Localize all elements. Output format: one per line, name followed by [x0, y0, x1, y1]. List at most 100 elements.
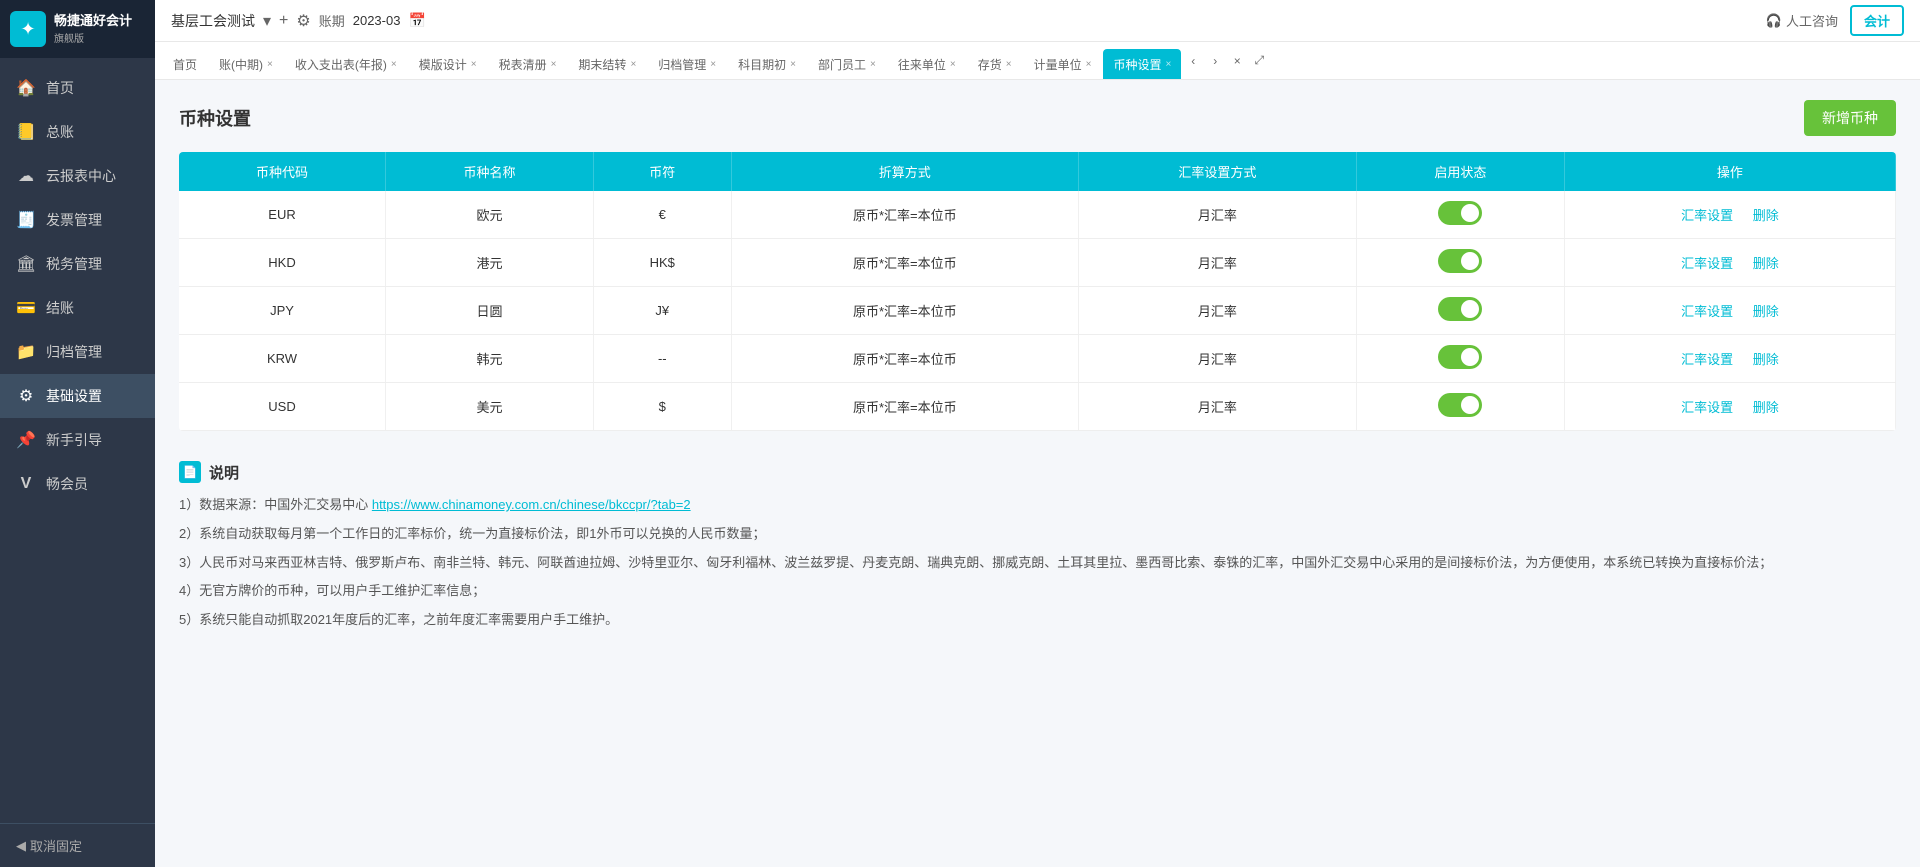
page-title-row: 币种设置 新增币种: [179, 100, 1896, 136]
cell-actions: 汇率设置 删除: [1564, 191, 1895, 239]
tab-close-icon[interactable]: ×: [630, 59, 636, 70]
table-row: USD 美元 $ 原币*汇率=本位币 月汇率 汇率设置 删除: [179, 383, 1896, 431]
toggle-knob: [1461, 252, 1479, 270]
cell-symbol: €: [593, 191, 731, 239]
tab-close-icon[interactable]: ×: [790, 59, 796, 70]
sidebar-pin-toggle[interactable]: ◀ 取消固定: [0, 823, 155, 867]
status-toggle[interactable]: [1438, 297, 1482, 321]
cell-rate-type: 月汇率: [1078, 191, 1356, 239]
tab-close-icon[interactable]: ×: [471, 59, 477, 70]
rate-settings-btn[interactable]: 汇率设置: [1681, 400, 1733, 415]
tab-close-icon[interactable]: ×: [267, 59, 273, 70]
settings-gear-icon[interactable]: ⚙: [296, 11, 310, 31]
cell-calc: 原币*汇率=本位币: [731, 383, 1078, 431]
tab-contacts[interactable]: 往来单位 ×: [888, 49, 966, 79]
col-code: 币种代码: [179, 152, 386, 191]
toggle-knob: [1461, 204, 1479, 222]
cell-name: 韩元: [386, 335, 594, 383]
sidebar-item-settings[interactable]: ⚙ 基础设置: [0, 374, 155, 418]
tab-next-btn[interactable]: ›: [1205, 51, 1225, 71]
calendar-icon[interactable]: 📅: [408, 12, 425, 29]
delete-btn[interactable]: 删除: [1753, 208, 1779, 223]
sidebar-item-label: 总账: [46, 122, 74, 142]
period-value: 2023-03: [353, 13, 401, 28]
cell-rate-type: 月汇率: [1078, 383, 1356, 431]
new-currency-button[interactable]: 新增币种: [1804, 100, 1896, 136]
tab-subjects[interactable]: 科目期初 ×: [728, 49, 806, 79]
cell-symbol: $: [593, 383, 731, 431]
cell-name: 美元: [386, 383, 594, 431]
tab-inventory[interactable]: 存货 ×: [968, 49, 1022, 79]
tab-close-icon[interactable]: ×: [710, 59, 716, 70]
status-toggle[interactable]: [1438, 393, 1482, 417]
cell-status: [1356, 191, 1564, 239]
sidebar-item-label: 畅会员: [46, 474, 88, 494]
dropdown-icon[interactable]: ▾: [263, 11, 271, 31]
delete-btn[interactable]: 删除: [1753, 352, 1779, 367]
tab-period[interactable]: 账(中期) ×: [209, 49, 283, 79]
delete-btn[interactable]: 删除: [1753, 400, 1779, 415]
tab-currency[interactable]: 币种设置 ×: [1103, 49, 1181, 79]
sidebar-item-ledger[interactable]: 📒 总账: [0, 110, 155, 154]
sidebar-item-archive[interactable]: 📁 归档管理: [0, 330, 155, 374]
status-toggle[interactable]: [1438, 201, 1482, 225]
cell-code: KRW: [179, 335, 386, 383]
pin-icon: ◀: [16, 838, 26, 854]
tab-taxform[interactable]: 税表清册 ×: [489, 49, 567, 79]
tab-template[interactable]: 模版设计 ×: [409, 49, 487, 79]
tab-close-icon[interactable]: ×: [870, 59, 876, 70]
tab-units[interactable]: 计量单位 ×: [1024, 49, 1102, 79]
tab-prev-btn[interactable]: ‹: [1183, 51, 1203, 71]
status-toggle[interactable]: [1438, 345, 1482, 369]
tab-yearend[interactable]: 期末结转 ×: [568, 49, 646, 79]
notes-link[interactable]: https://www.chinamoney.com.cn/chinese/bk…: [372, 497, 691, 512]
tab-employees[interactable]: 部门员工 ×: [808, 49, 886, 79]
sidebar-item-guide[interactable]: 📌 新手引导: [0, 418, 155, 462]
add-tab-btn[interactable]: +: [279, 12, 288, 30]
cell-symbol: --: [593, 335, 731, 383]
rate-settings-btn[interactable]: 汇率设置: [1681, 208, 1733, 223]
tab-close-icon[interactable]: ×: [1006, 59, 1012, 70]
cell-name: 港元: [386, 239, 594, 287]
tab-label: 归档管理: [658, 56, 706, 73]
col-calc: 折算方式: [731, 152, 1078, 191]
rate-settings-btn[interactable]: 汇率设置: [1681, 304, 1733, 319]
rate-settings-btn[interactable]: 汇率设置: [1681, 352, 1733, 367]
help-button[interactable]: 🎧 人工咨询: [1766, 11, 1838, 30]
company-name: 基层工会测试: [171, 11, 255, 31]
sidebar-item-invoice[interactable]: 🧾 发票管理: [0, 198, 155, 242]
tab-close-icon[interactable]: ×: [1086, 59, 1092, 70]
tab-close-icon[interactable]: ×: [391, 59, 397, 70]
rate-settings-btn[interactable]: 汇率设置: [1681, 256, 1733, 271]
cell-symbol: J¥: [593, 287, 731, 335]
tab-report[interactable]: 收入支出表(年报) ×: [285, 49, 407, 79]
sidebar-item-member[interactable]: V 畅会员: [0, 462, 155, 506]
tab-close-icon[interactable]: ×: [1165, 59, 1171, 70]
tab-close-icon[interactable]: ×: [950, 59, 956, 70]
sidebar: ✦ 畅捷通好会计 旗舰版 🏠 首页 📒 总账 ☁ 云报表中心 🧾 发票管理 🏛 …: [0, 0, 155, 867]
delete-btn[interactable]: 删除: [1753, 256, 1779, 271]
cell-code: EUR: [179, 191, 386, 239]
cell-status: [1356, 383, 1564, 431]
status-toggle[interactable]: [1438, 249, 1482, 273]
note-item: 3）人民币对马来西亚林吉特、俄罗斯卢布、南非兰特、韩元、阿联酋迪拉姆、沙特里亚尔…: [179, 553, 1896, 574]
cell-calc: 原币*汇率=本位币: [731, 191, 1078, 239]
tab-expand-btn[interactable]: ⤢: [1249, 51, 1269, 71]
account-button[interactable]: 会计: [1850, 5, 1904, 36]
tab-home[interactable]: 首页: [163, 49, 207, 79]
col-status: 启用状态: [1356, 152, 1564, 191]
col-actions: 操作: [1564, 152, 1895, 191]
tab-close-icon[interactable]: ×: [551, 59, 557, 70]
note-item: 5）系统只能自动抓取2021年度后的汇率，之前年度汇率需要用户手工维护。: [179, 610, 1896, 631]
tab-archive[interactable]: 归档管理 ×: [648, 49, 726, 79]
tab-close-all-btn[interactable]: ×: [1227, 51, 1247, 71]
sidebar-item-home[interactable]: 🏠 首页: [0, 66, 155, 110]
tab-label: 科目期初: [738, 56, 786, 73]
sidebar-item-checkout[interactable]: 💳 结账: [0, 286, 155, 330]
app-name: 畅捷通好会计: [54, 13, 132, 30]
page-content: 币种设置 新增币种 币种代码 币种名称 币符 折算方式 汇率设置方式 启用状态 …: [155, 80, 1920, 867]
sidebar-item-reports[interactable]: ☁ 云报表中心: [0, 154, 155, 198]
sidebar-item-tax[interactable]: 🏛 税务管理: [0, 242, 155, 286]
delete-btn[interactable]: 删除: [1753, 304, 1779, 319]
sidebar-item-label: 归档管理: [46, 342, 102, 362]
